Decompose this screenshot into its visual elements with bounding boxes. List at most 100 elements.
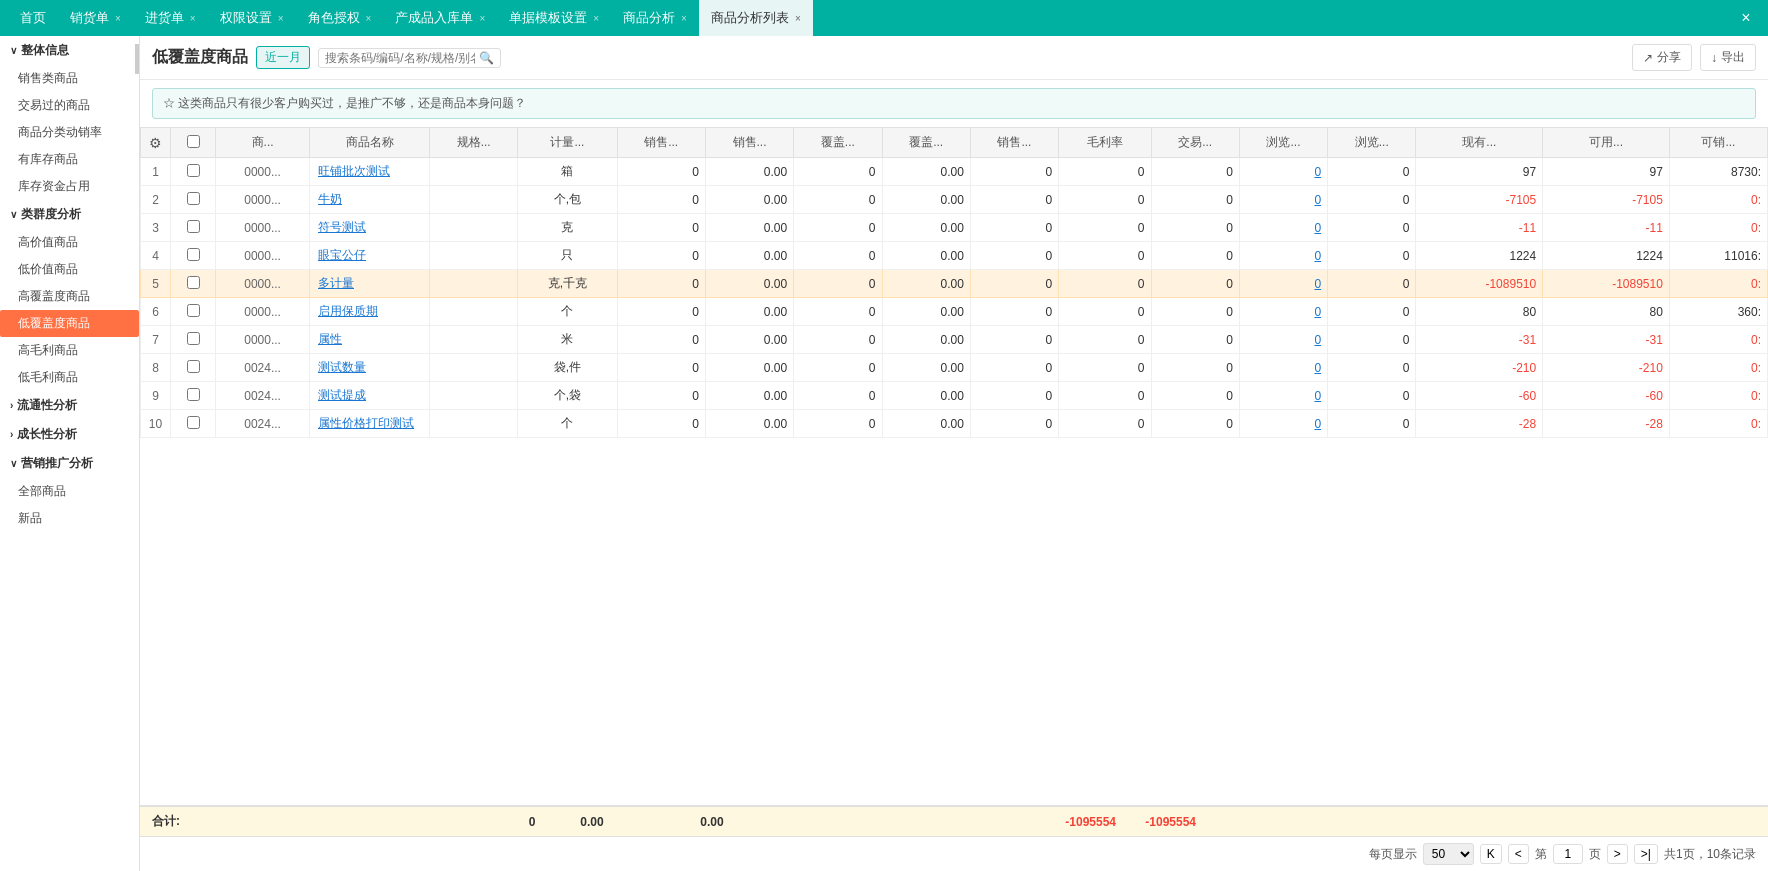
window-close-button[interactable]: ×	[1732, 4, 1760, 32]
row-browse1[interactable]: 0	[1239, 326, 1327, 354]
nav-home[interactable]: 首页	[8, 0, 58, 36]
row-checkbox-input[interactable]	[187, 276, 200, 289]
row-name[interactable]: 属性	[310, 326, 430, 354]
row-cover1: 0	[794, 354, 882, 382]
nav-permission-settings[interactable]: 权限设置 ×	[208, 0, 296, 36]
sidebar-item-sales-products[interactable]: 销售类商品	[0, 65, 139, 92]
row-browse2: 0	[1328, 158, 1416, 186]
nav-role-auth[interactable]: 角色授权 ×	[296, 0, 384, 36]
col-settings[interactable]: ⚙	[141, 128, 171, 158]
row-checkbox-input[interactable]	[187, 304, 200, 317]
close-icon[interactable]: ×	[278, 13, 284, 24]
row-browse1[interactable]: 0	[1239, 214, 1327, 242]
sidebar-section-cluster[interactable]: ∨ 类群度分析	[0, 200, 139, 229]
close-icon[interactable]: ×	[681, 13, 687, 24]
nav-product-inbound[interactable]: 产成品入库单 ×	[383, 0, 497, 36]
row-name[interactable]: 多计量	[310, 270, 430, 298]
per-page-select[interactable]: 50 100 200	[1423, 843, 1474, 865]
row-browse1[interactable]: 0	[1239, 186, 1327, 214]
row-checkbox[interactable]	[171, 214, 216, 242]
nav-sales-order[interactable]: 销货单 ×	[58, 0, 133, 36]
next-page-button[interactable]: >	[1607, 844, 1628, 864]
close-icon[interactable]: ×	[593, 13, 599, 24]
row-name[interactable]: 属性价格打印测试	[310, 410, 430, 438]
row-checkbox[interactable]	[171, 326, 216, 354]
search-input[interactable]	[325, 51, 475, 65]
sidebar-item-low-margin[interactable]: 低毛利商品	[0, 364, 139, 391]
date-filter-button[interactable]: 近一月	[256, 46, 310, 69]
col-checkbox-header[interactable]	[171, 128, 216, 158]
sidebar-item-high-margin[interactable]: 高毛利商品	[0, 337, 139, 364]
sidebar-item-new-products[interactable]: 新品	[0, 505, 139, 532]
sidebar-section-overall[interactable]: ∨ 整体信息	[0, 36, 139, 65]
prev-page-button[interactable]: <	[1508, 844, 1529, 864]
nav-purchase-order[interactable]: 进货单 ×	[133, 0, 208, 36]
row-checkbox[interactable]	[171, 270, 216, 298]
sidebar-item-stocked-products[interactable]: 有库存商品	[0, 146, 139, 173]
row-checkbox[interactable]	[171, 158, 216, 186]
last-page-button[interactable]: >|	[1634, 844, 1658, 864]
row-name[interactable]: 启用保质期	[310, 298, 430, 326]
row-name[interactable]: 测试提成	[310, 382, 430, 410]
row-sales-qty: 0	[617, 158, 705, 186]
row-checkbox-input[interactable]	[187, 220, 200, 233]
row-checkbox[interactable]	[171, 410, 216, 438]
row-checkbox[interactable]	[171, 354, 216, 382]
sidebar-collapse-button[interactable]: «	[135, 44, 140, 74]
sidebar-item-category-rate[interactable]: 商品分类动销率	[0, 119, 139, 146]
row-name[interactable]: 测试数量	[310, 354, 430, 382]
row-browse1[interactable]: 0	[1239, 242, 1327, 270]
row-cover1: 0	[794, 326, 882, 354]
row-current-stock: -60	[1416, 382, 1543, 410]
row-name[interactable]: 符号测试	[310, 214, 430, 242]
row-checkbox[interactable]	[171, 186, 216, 214]
nav-product-analysis[interactable]: 商品分析 ×	[611, 0, 699, 36]
row-name[interactable]: 旺铺批次测试	[310, 158, 430, 186]
close-icon[interactable]: ×	[795, 13, 801, 24]
sidebar-item-all-products[interactable]: 全部商品	[0, 478, 139, 505]
sidebar-section-growth[interactable]: › 成长性分析	[0, 420, 139, 449]
row-name[interactable]: 牛奶	[310, 186, 430, 214]
row-checkbox-input[interactable]	[187, 164, 200, 177]
export-button[interactable]: ↓ 导出	[1700, 44, 1756, 71]
row-checkbox-input[interactable]	[187, 388, 200, 401]
page-number-input[interactable]	[1553, 844, 1583, 864]
row-checkbox[interactable]	[171, 298, 216, 326]
search-icon[interactable]: 🔍	[479, 51, 494, 65]
row-checkbox[interactable]	[171, 242, 216, 270]
share-button[interactable]: ↗ 分享	[1632, 44, 1692, 71]
page-unit: 页	[1589, 846, 1601, 863]
nav-product-analysis-list[interactable]: 商品分析列表 ×	[699, 0, 813, 36]
row-browse1[interactable]: 0	[1239, 298, 1327, 326]
row-checkbox-input[interactable]	[187, 360, 200, 373]
row-checkbox[interactable]	[171, 382, 216, 410]
row-spec	[430, 298, 518, 326]
close-icon[interactable]: ×	[479, 13, 485, 24]
row-browse1[interactable]: 0	[1239, 158, 1327, 186]
row-browse1[interactable]: 0	[1239, 270, 1327, 298]
row-checkbox-input[interactable]	[187, 192, 200, 205]
row-browse1[interactable]: 0	[1239, 354, 1327, 382]
row-checkbox-input[interactable]	[187, 416, 200, 429]
select-all-checkbox[interactable]	[187, 135, 200, 148]
close-icon[interactable]: ×	[190, 13, 196, 24]
row-checkbox-input[interactable]	[187, 332, 200, 345]
row-cover2: 0.00	[882, 242, 970, 270]
row-browse1[interactable]: 0	[1239, 410, 1327, 438]
sidebar-item-high-coverage[interactable]: 高覆盖度商品	[0, 283, 139, 310]
sidebar-item-capital-occupation[interactable]: 库存资金占用	[0, 173, 139, 200]
sidebar-section-liquidity[interactable]: › 流通性分析	[0, 391, 139, 420]
nav-template-settings[interactable]: 单据模板设置 ×	[497, 0, 611, 36]
sidebar-section-marketing[interactable]: ∨ 营销推广分析	[0, 449, 139, 478]
sidebar-item-high-value[interactable]: 高价值商品	[0, 229, 139, 256]
close-icon[interactable]: ×	[366, 13, 372, 24]
row-browse1[interactable]: 0	[1239, 382, 1327, 410]
close-icon[interactable]: ×	[115, 13, 121, 24]
sidebar-item-low-coverage[interactable]: 低覆盖度商品	[0, 310, 139, 337]
sidebar-item-low-value[interactable]: 低价值商品	[0, 256, 139, 283]
first-page-button[interactable]: K	[1480, 844, 1502, 864]
row-name[interactable]: 眼宝公仔	[310, 242, 430, 270]
row-spec	[430, 186, 518, 214]
row-checkbox-input[interactable]	[187, 248, 200, 261]
sidebar-item-traded-products[interactable]: 交易过的商品	[0, 92, 139, 119]
